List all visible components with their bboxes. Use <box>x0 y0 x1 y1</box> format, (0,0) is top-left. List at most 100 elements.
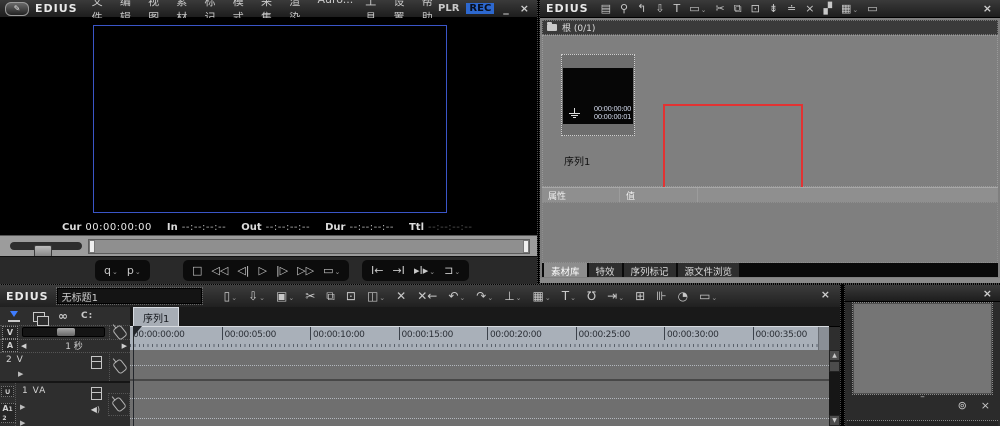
scroll-track[interactable] <box>829 372 840 415</box>
sequence-tab[interactable]: 序列1 <box>133 307 180 326</box>
loop-button[interactable]: ∞ <box>58 309 68 323</box>
dropdown-arrow-icon[interactable]: ⌄ <box>852 6 858 15</box>
fast-forward-button[interactable]: ▷▷ <box>297 264 314 277</box>
track-expand-icon[interactable]: ▶ <box>20 403 25 411</box>
drive-button[interactable]: C: <box>81 310 93 323</box>
timeline-close-button[interactable]: × <box>819 288 832 301</box>
search-button[interactable]: ⚲ <box>620 2 628 15</box>
close-button[interactable]: × <box>981 399 990 412</box>
dropdown-arrow-icon[interactable]: ⌄ <box>429 268 435 277</box>
clip-capture-button[interactable]: ⊚ <box>958 399 967 412</box>
scale-right-icon[interactable]: ▶ <box>122 342 127 350</box>
monitor-button[interactable]: ▭ ⌄ <box>323 264 340 277</box>
dropdown-arrow-icon[interactable]: ⌄ <box>135 268 141 277</box>
open-project-button[interactable]: ⇩ ⌄ <box>248 289 265 303</box>
track-layout-icon[interactable] <box>91 387 102 400</box>
position-bar[interactable] <box>88 239 530 254</box>
properties-button[interactable]: ▞ <box>823 2 831 15</box>
timeline-scale-value[interactable]: 1 秒 <box>29 339 118 352</box>
sync-button[interactable]: ≐ <box>787 2 796 15</box>
timeline-scale-slider[interactable] <box>22 327 105 337</box>
cascade-button[interactable] <box>33 310 49 326</box>
bin-folder-bar[interactable]: 根 (0/1) <box>542 20 998 35</box>
scroll-down-button[interactable]: ▼ <box>829 415 840 426</box>
new-sequence-button[interactable]: ▭ ⌄ <box>689 2 706 15</box>
insert-mode-button[interactable]: ◫ ⌄ <box>367 289 385 303</box>
new-folder-button[interactable]: ▤ <box>601 2 611 15</box>
dropdown-arrow-icon[interactable]: ⌄ <box>454 268 460 277</box>
palette-close-button[interactable]: × <box>981 287 994 300</box>
rewind-button[interactable]: ◁◁ <box>211 264 228 277</box>
sequence-settings-button[interactable]: ▭ ⌄ <box>699 289 717 303</box>
timeline-vertical-scrollbar[interactable]: ▲ ▼ <box>829 350 840 426</box>
track-row-1va-video[interactable] <box>130 381 829 399</box>
paste-button[interactable]: ⊡ <box>751 2 760 15</box>
bin-tab-源文件浏览[interactable]: 源文件浏览 <box>677 263 740 278</box>
dropdown-arrow-icon[interactable]: ⌄ <box>570 294 576 303</box>
scale-left-icon[interactable]: ◀ <box>21 342 26 350</box>
offline-clip-button[interactable]: ▭ <box>867 2 877 15</box>
timeline-tracks-area[interactable] <box>130 350 829 426</box>
add-title-button[interactable]: T <box>674 2 681 15</box>
timeline-scale-handle[interactable] <box>57 328 75 336</box>
save-project-button[interactable]: ▣ ⌄ <box>276 289 294 303</box>
track-mouse-cell[interactable] <box>109 352 130 381</box>
edius-logo-icon[interactable]: ✎ <box>5 1 29 16</box>
project-name-field[interactable]: 无标题1 <box>55 287 203 305</box>
dropdown-arrow-icon[interactable]: ⌄ <box>231 294 237 303</box>
dropdown-arrow-icon[interactable]: ⌄ <box>334 268 340 277</box>
redo-button[interactable]: ↷ ⌄ <box>476 289 493 303</box>
play-button[interactable]: ▷ <box>259 264 267 277</box>
track-row-2v-sub[interactable] <box>130 366 829 381</box>
video-mute-button[interactable]: V <box>2 325 18 339</box>
delete-button[interactable]: ✕ <box>396 289 406 303</box>
property-column-1[interactable]: 属性 <box>542 188 620 202</box>
mark-in-button[interactable]: I← <box>371 264 383 277</box>
property-table-body[interactable] <box>542 202 998 263</box>
next-frame-button[interactable]: |▷ <box>276 264 288 277</box>
mark-out-button[interactable]: →I <box>392 264 404 277</box>
dropdown-arrow-icon[interactable]: ⌄ <box>618 294 624 303</box>
bin-tab-素材库[interactable]: 素材库 <box>544 263 587 278</box>
view-mode-button[interactable]: ▦ ⌄ <box>841 2 858 15</box>
dropdown-arrow-icon[interactable]: ⌄ <box>545 294 551 303</box>
timeline-ruler[interactable]: 00:00:00:00 00:00:05:00 00:00:10:00 00:00:1… <box>130 326 829 351</box>
audio-mute-button[interactable]: A <box>2 339 18 352</box>
track-header-1va[interactable]: ∪ A1 2 1 VA ▶ ◀) ▶ <box>0 383 130 426</box>
dropdown-arrow-icon[interactable]: ⌄ <box>259 294 265 303</box>
cut-button[interactable]: ✂ <box>716 2 725 15</box>
dropdown-arrow-icon[interactable]: ⌄ <box>516 294 522 303</box>
bin-tab-序列标记[interactable]: 序列标记 <box>623 263 676 278</box>
stop-button[interactable]: □ <box>192 264 202 277</box>
add-clip-button[interactable]: ⇩ <box>655 2 664 15</box>
jog-button[interactable]: q ⌄ <box>104 264 118 277</box>
bin-tab-特效[interactable]: 特效 <box>588 263 622 278</box>
position-handle-left[interactable] <box>89 240 95 253</box>
dropdown-arrow-icon[interactable]: ⌄ <box>459 294 465 303</box>
bin-close-button[interactable]: × <box>981 2 994 15</box>
cut-button[interactable]: ✂ <box>305 289 315 303</box>
speed-button[interactable]: ◔ <box>678 289 688 303</box>
up-level-button[interactable]: ↰ <box>637 2 646 15</box>
delete-button[interactable]: × <box>805 2 814 15</box>
add-cut-point-button[interactable]: ⊥ ⌄ <box>504 289 522 303</box>
shuttle-button[interactable]: p ⌄ <box>127 264 141 277</box>
new-project-button[interactable]: ▯ ⌄ <box>224 289 237 303</box>
dropdown-arrow-icon[interactable]: ⌄ <box>379 294 385 303</box>
bin-content-area[interactable]: 00:00:00:00 00:00:00:01 序列1 <box>542 35 998 192</box>
add-to-timeline-button[interactable]: ⇟ <box>769 2 778 15</box>
rec-mode-button[interactable]: REC <box>466 3 495 14</box>
play-around-button[interactable]: ▸I▸ ⌄ <box>414 264 435 277</box>
property-column-2[interactable]: 值 <box>620 188 698 202</box>
prev-frame-button[interactable]: ◁| <box>237 264 249 277</box>
track-row-2v-video[interactable] <box>130 350 829 366</box>
dropdown-arrow-icon[interactable]: ⌄ <box>112 268 118 277</box>
set-marker-button[interactable] <box>8 310 20 322</box>
trim-mode-button[interactable]: ▦ ⌄ <box>533 289 551 303</box>
audio-mixer-button[interactable]: ⊪ <box>656 289 666 303</box>
video-patch-button[interactable]: ∪ <box>1 386 14 397</box>
ripple-delete-button[interactable]: ✕← <box>417 289 437 303</box>
track-mouse-cell[interactable] <box>109 323 130 341</box>
dropdown-arrow-icon[interactable]: ⌄ <box>288 294 294 303</box>
export-button[interactable]: ⇥ ⌄ <box>607 289 624 303</box>
